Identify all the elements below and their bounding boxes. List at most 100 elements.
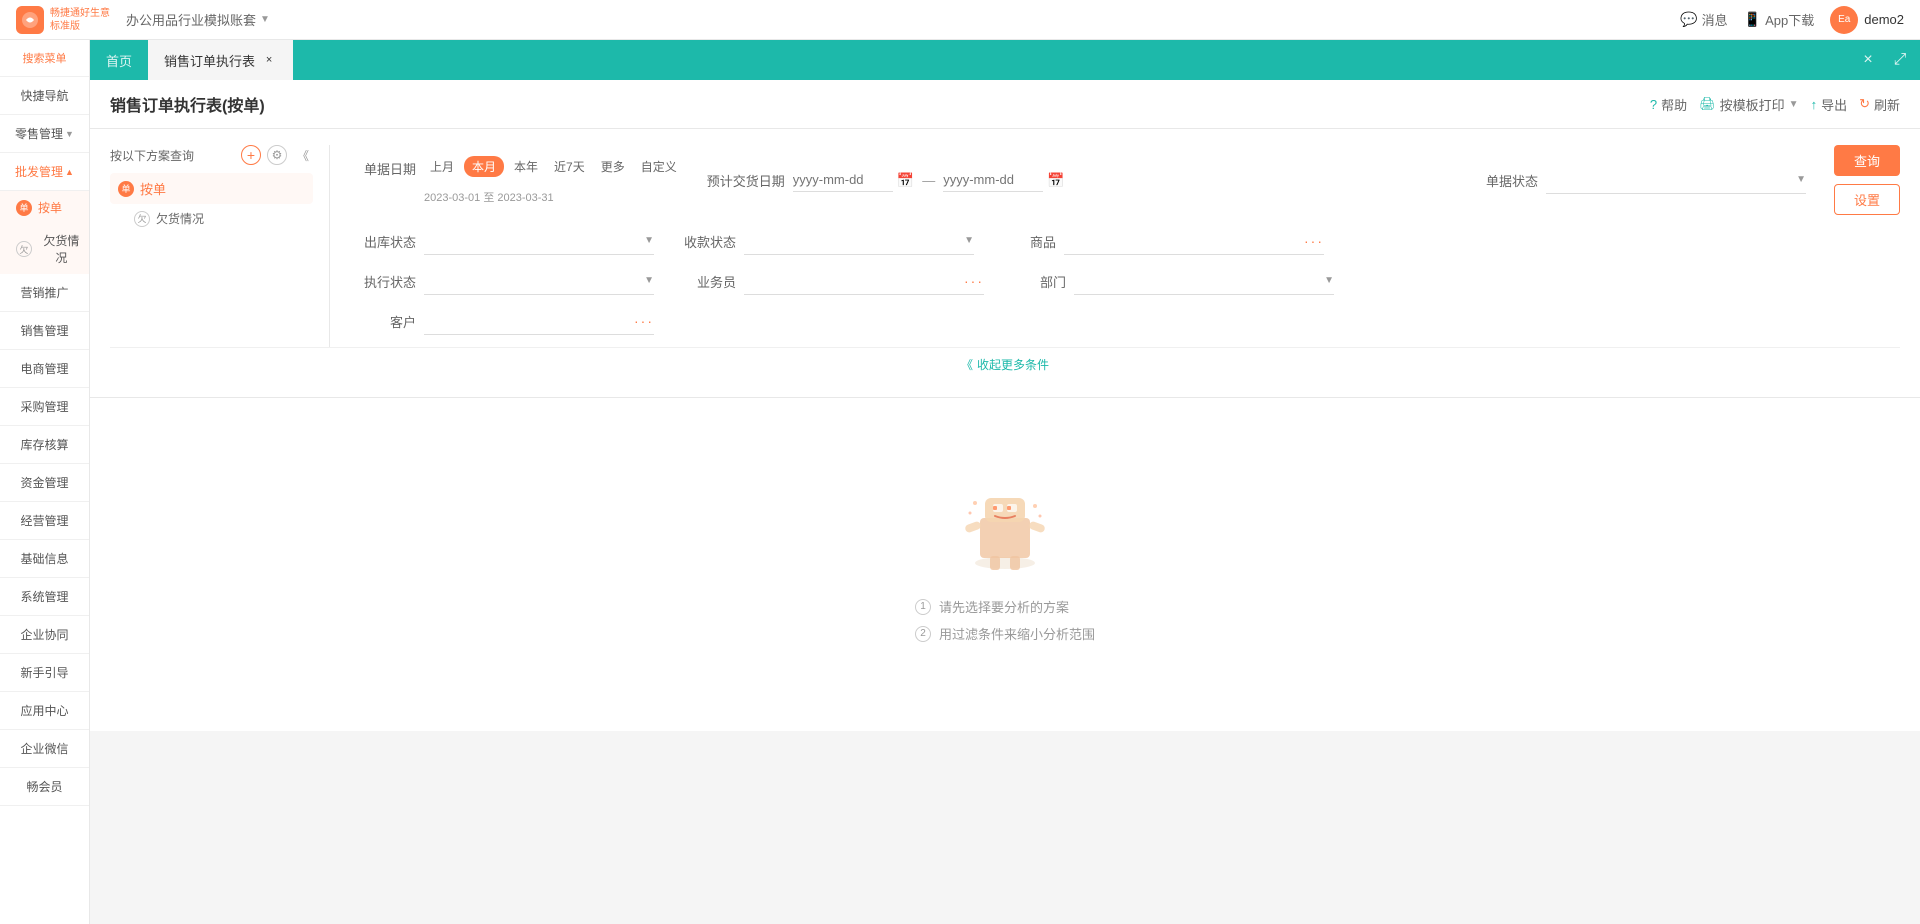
- sidebar-item-basic-info[interactable]: 基础信息: [0, 540, 89, 578]
- submenu-item-debt[interactable]: 欠 欠货情况: [0, 224, 89, 274]
- newbie-label: 新手引导: [20, 666, 68, 680]
- goods-more-icon[interactable]: ···: [1304, 233, 1324, 249]
- customer-more-icon[interactable]: ···: [634, 313, 654, 329]
- breadcrumb[interactable]: 办公用品行业模拟账套 ▼: [126, 10, 270, 29]
- top-bar-right: 💬 消息 📱 App下载 Ea demo2: [1680, 6, 1904, 34]
- salesperson-more-icon[interactable]: ···: [964, 273, 984, 289]
- print-button[interactable]: 🖨 按模板打印 ▼: [1699, 95, 1798, 114]
- user-menu[interactable]: Ea demo2: [1830, 6, 1904, 34]
- date-tab-last-month[interactable]: 上月: [424, 156, 460, 177]
- tab-close-icon[interactable]: ×: [261, 52, 277, 68]
- sidebar-item-member[interactable]: 畅会员: [0, 768, 89, 806]
- collapse-button[interactable]: 《 收起更多条件: [961, 356, 1049, 373]
- sidebar-item-inventory[interactable]: 库存核算: [0, 426, 89, 464]
- sales-label: 销售管理: [20, 324, 68, 338]
- filter-collapse-button[interactable]: 《: [293, 145, 313, 165]
- filter-add-button[interactable]: +: [241, 145, 261, 165]
- sidebar-item-purchase[interactable]: 采购管理: [0, 388, 89, 426]
- refresh-button[interactable]: ↻ 刷新: [1859, 95, 1900, 114]
- payment-field: 收款状态 ▼: [666, 227, 974, 255]
- filter-area: 按以下方案查询 + ⚙ 《 单 按单: [90, 129, 1920, 398]
- expected-date-end-input[interactable]: [943, 168, 1043, 192]
- exec-select[interactable]: ▼: [424, 267, 654, 295]
- filter-row-1: 单据日期 上月 本月 本年 近7天 更多 自定义: [346, 145, 1900, 215]
- export-icon: ↑: [1811, 97, 1818, 112]
- zero-sale-toggle-icon: ▼: [65, 129, 74, 139]
- app-download-button[interactable]: 📱 App下载: [1744, 10, 1815, 29]
- sidebar-item-sales[interactable]: 销售管理: [0, 312, 89, 350]
- query-button[interactable]: 查询: [1834, 145, 1900, 176]
- dept-chevron-icon: ▼: [1324, 275, 1334, 286]
- filter-scheme-press-single[interactable]: 单 按单: [110, 173, 313, 204]
- filter-title-label: 按以下方案查询: [110, 147, 194, 164]
- tab-home[interactable]: 首页: [90, 40, 148, 80]
- sidebar-item-finance[interactable]: 资金管理: [0, 464, 89, 502]
- sidebar-item-system[interactable]: 系统管理: [0, 578, 89, 616]
- sidebar-item-enterprise[interactable]: 企业协同: [0, 616, 89, 654]
- message-button[interactable]: 💬 消息: [1680, 10, 1727, 29]
- date-tab-custom[interactable]: 自定义: [635, 156, 683, 177]
- step-1-text: 请先选择要分析的方案: [939, 597, 1069, 616]
- print-label: 按模板打印: [1720, 95, 1785, 114]
- calendar-icon-end[interactable]: 📅: [1047, 172, 1064, 189]
- sidebar-item-marketing[interactable]: 营销推广: [0, 274, 89, 312]
- collapse-row: 《 收起更多条件: [110, 347, 1900, 381]
- warehouse-select[interactable]: ▼: [424, 227, 654, 255]
- sidebar-item-zero-sale[interactable]: 零售管理 ▼: [0, 115, 89, 153]
- filter-settings-icon-button[interactable]: ⚙: [267, 145, 287, 165]
- sidebar-item-wechat[interactable]: 企业微信: [0, 730, 89, 768]
- date-separator: —: [922, 173, 935, 188]
- window-maximize-button[interactable]: ⤢: [1888, 48, 1912, 72]
- dept-select[interactable]: ▼: [1074, 267, 1334, 295]
- download-icon: 📱: [1744, 11, 1761, 28]
- sidebar-item-operations[interactable]: 经营管理: [0, 502, 89, 540]
- print-icon: 🖨: [1699, 96, 1716, 112]
- dept-label: 部门: [996, 272, 1066, 291]
- filter-row-2: 出库状态 ▼ 收款状态: [346, 227, 1900, 255]
- date-tab-7-days[interactable]: 近7天: [548, 156, 591, 177]
- empty-state: 1 请先选择要分析的方案 2 用过滤条件来缩小分析范围: [90, 398, 1920, 731]
- sidebar-item-wholesale[interactable]: 批发管理 ▲: [0, 153, 89, 191]
- date-tab-this-month[interactable]: 本月: [464, 156, 504, 177]
- customer-input[interactable]: ···: [424, 307, 654, 335]
- customer-field: 客户 ···: [346, 307, 654, 335]
- payment-select[interactable]: ▼: [744, 227, 974, 255]
- sidebar-item-quick-nav[interactable]: 快捷导航: [0, 77, 89, 115]
- wholesale-toggle-icon: ▲: [65, 167, 74, 177]
- date-tab-more[interactable]: 更多: [595, 156, 631, 177]
- export-button[interactable]: ↑ 导出: [1811, 95, 1848, 114]
- wholesale-label: 批发管理: [15, 163, 63, 180]
- sidebar-item-app-center[interactable]: 应用中心: [0, 692, 89, 730]
- filter-section: 按以下方案查询 + ⚙ 《 单 按单: [110, 145, 1900, 347]
- sidebar-search[interactable]: 搜索菜单: [0, 40, 89, 77]
- inventory-label: 库存核算: [20, 438, 68, 452]
- message-icon: 💬: [1680, 11, 1697, 28]
- empty-steps: 1 请先选择要分析的方案 2 用过滤条件来缩小分析范围: [915, 597, 1095, 651]
- filter-expected-date-field: 预计交货日期 📅 — 📅: [695, 168, 1065, 192]
- marketing-label: 营销推广: [20, 286, 68, 300]
- press-single-icon: 单: [16, 200, 32, 216]
- filter-scheme-debt[interactable]: 欠 欠货情况: [110, 204, 313, 233]
- sidebar-item-newbie[interactable]: 新手引导: [0, 654, 89, 692]
- goods-input[interactable]: ···: [1064, 227, 1324, 255]
- date-tab-this-year[interactable]: 本年: [508, 156, 544, 177]
- wechat-label: 企业微信: [20, 742, 68, 756]
- print-chevron-icon: ▼: [1789, 99, 1799, 110]
- expected-date-start-input[interactable]: [793, 168, 893, 192]
- sidebar: 搜索菜单 快捷导航 零售管理 ▼ 批发管理 ▲ 单 按单 欠: [0, 40, 90, 924]
- sidebar-item-ecommerce[interactable]: 电商管理: [0, 350, 89, 388]
- user-name: demo2: [1864, 12, 1904, 27]
- tab-sales-order[interactable]: 销售订单执行表 ×: [148, 40, 293, 80]
- window-close-button[interactable]: ×: [1856, 48, 1880, 72]
- member-label: 畅会员: [26, 780, 62, 794]
- filter-title-actions: + ⚙ 《: [241, 145, 313, 165]
- app-download-label: App下载: [1765, 10, 1814, 29]
- settings-button[interactable]: 设置: [1834, 184, 1900, 215]
- salesperson-input[interactable]: ···: [744, 267, 984, 295]
- calendar-icon-start[interactable]: 📅: [897, 172, 914, 189]
- status-select[interactable]: ▼: [1546, 166, 1806, 194]
- help-button[interactable]: ? 帮助: [1650, 95, 1687, 114]
- debt-scheme-icon: 欠: [134, 211, 150, 227]
- submenu-item-press-single[interactable]: 单 按单: [0, 191, 89, 224]
- page-title: 销售订单执行表(按单): [110, 92, 265, 128]
